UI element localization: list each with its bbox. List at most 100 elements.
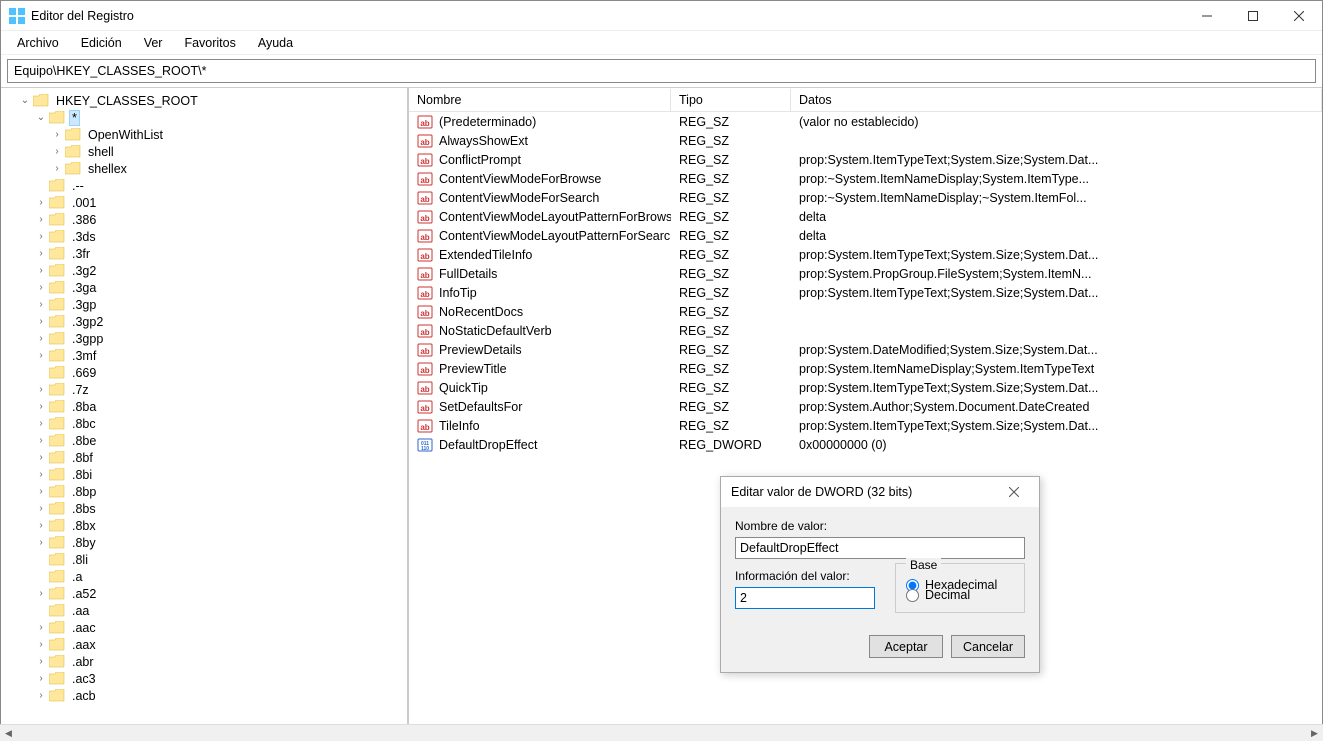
expand-icon[interactable]: › [33,214,49,225]
maximize-button[interactable] [1230,1,1276,31]
menu-ver[interactable]: Ver [134,34,173,52]
tree-item[interactable]: ›.3gpp [1,330,407,347]
value-row[interactable]: abContentViewModeLayoutPatternForSearchR… [409,226,1322,245]
expand-icon[interactable]: › [33,435,49,446]
tree-pane[interactable]: ⌄HKEY_CLASSES_ROOT⌄*›OpenWithList›shell›… [1,88,409,740]
expand-icon[interactable]: › [49,163,65,174]
cancel-button[interactable]: Cancelar [951,635,1025,658]
value-row[interactable]: abConflictPromptREG_SZprop:System.ItemTy… [409,150,1322,169]
tree-item[interactable]: ›.abr [1,653,407,670]
radio-dec-input[interactable] [906,589,919,602]
expand-icon[interactable]: › [33,622,49,633]
value-row[interactable]: abQuickTipREG_SZprop:System.ItemTypeText… [409,378,1322,397]
col-type[interactable]: Tipo [671,89,791,111]
tree-item[interactable]: ›OpenWithList [1,126,407,143]
tree-item[interactable]: ›.3gp [1,296,407,313]
tree-item[interactable]: ›.3g2 [1,262,407,279]
value-row[interactable]: abSetDefaultsForREG_SZprop:System.Author… [409,397,1322,416]
menu-archivo[interactable]: Archivo [7,34,69,52]
value-row[interactable]: abInfoTipREG_SZprop:System.ItemTypeText;… [409,283,1322,302]
tree-item[interactable]: ›.8ba [1,398,407,415]
value-row[interactable]: 011110DefaultDropEffectREG_DWORD0x000000… [409,435,1322,454]
tree-item[interactable]: .aa [1,602,407,619]
value-row[interactable]: abContentViewModeForSearchREG_SZprop:~Sy… [409,188,1322,207]
tree-item[interactable]: ›.3gp2 [1,313,407,330]
value-row[interactable]: abContentViewModeForBrowseREG_SZprop:~Sy… [409,169,1322,188]
expand-icon[interactable]: › [33,350,49,361]
expand-icon[interactable]: › [33,299,49,310]
value-row[interactable]: ab(Predeterminado)REG_SZ(valor no establ… [409,112,1322,131]
tree-item[interactable]: ›.3ga [1,279,407,296]
expand-icon[interactable]: › [33,384,49,395]
value-row[interactable]: abAlwaysShowExtREG_SZ [409,131,1322,150]
collapse-icon[interactable]: ⌄ [17,95,33,106]
tree-item[interactable]: ›.001 [1,194,407,211]
expand-icon[interactable]: › [49,146,65,157]
tree-item[interactable]: ›.8bf [1,449,407,466]
expand-icon[interactable]: › [33,469,49,480]
tree-item[interactable]: ›.8bi [1,466,407,483]
tree-item[interactable]: ›.7z [1,381,407,398]
tree-item[interactable]: ›.8bp [1,483,407,500]
value-row[interactable]: abPreviewTitleREG_SZprop:System.ItemName… [409,359,1322,378]
tree-item[interactable]: ›.aax [1,636,407,653]
expand-icon[interactable]: › [33,537,49,548]
tree-item[interactable]: ›.a52 [1,585,407,602]
tree-item[interactable]: ›.aac [1,619,407,636]
expand-icon[interactable]: › [33,316,49,327]
expand-icon[interactable]: › [33,418,49,429]
expand-icon[interactable]: › [33,673,49,684]
tree-item[interactable]: .-- [1,177,407,194]
value-row[interactable]: abPreviewDetailsREG_SZprop:System.DateMo… [409,340,1322,359]
value-data-input[interactable] [735,587,875,609]
horizontal-scrollbar[interactable]: ◀ ▶ [0,724,1323,741]
value-row[interactable]: abExtendedTileInfoREG_SZprop:System.Item… [409,245,1322,264]
tree-item[interactable]: ›.3fr [1,245,407,262]
tree-item[interactable]: ›.ac3 [1,670,407,687]
expand-icon[interactable]: › [33,197,49,208]
collapse-icon[interactable]: ⌄ [33,112,49,123]
expand-icon[interactable]: › [33,452,49,463]
expand-icon[interactable]: › [33,588,49,599]
expand-icon[interactable]: › [33,656,49,667]
tree-item[interactable]: ›.8be [1,432,407,449]
tree-item[interactable]: ⌄* [1,109,407,126]
tree-item[interactable]: ›.3mf [1,347,407,364]
col-data[interactable]: Datos [791,89,1322,111]
dialog-close-button[interactable] [999,477,1029,507]
tree-item[interactable]: .a [1,568,407,585]
value-row[interactable]: abNoStaticDefaultVerbREG_SZ [409,321,1322,340]
expand-icon[interactable]: › [33,486,49,497]
tree-item[interactable]: ›.386 [1,211,407,228]
expand-icon[interactable]: › [33,401,49,412]
minimize-button[interactable] [1184,1,1230,31]
menu-edicion[interactable]: Edición [71,34,132,52]
tree-item[interactable]: ›.8bs [1,500,407,517]
expand-icon[interactable]: › [33,520,49,531]
scroll-right-icon[interactable]: ▶ [1306,725,1323,742]
tree-item[interactable]: ›shell [1,143,407,160]
radio-dec[interactable]: Decimal [906,588,1014,602]
dialog-titlebar[interactable]: Editar valor de DWORD (32 bits) [721,477,1039,507]
tree-item[interactable]: ⌄HKEY_CLASSES_ROOT [1,92,407,109]
tree-item[interactable]: ›.acb [1,687,407,704]
tree-item[interactable]: .669 [1,364,407,381]
expand-icon[interactable]: › [33,248,49,259]
expand-icon[interactable]: › [33,503,49,514]
expand-icon[interactable]: › [33,282,49,293]
col-name[interactable]: Nombre [409,89,671,111]
expand-icon[interactable]: › [33,690,49,701]
expand-icon[interactable]: › [49,129,65,140]
value-name-input[interactable] [735,537,1025,559]
ok-button[interactable]: Aceptar [869,635,943,658]
scroll-left-icon[interactable]: ◀ [0,725,17,742]
menu-ayuda[interactable]: Ayuda [248,34,303,52]
value-row[interactable]: abTileInfoREG_SZprop:System.ItemTypeText… [409,416,1322,435]
value-row[interactable]: abFullDetailsREG_SZprop:System.PropGroup… [409,264,1322,283]
tree-item[interactable]: ›.8bc [1,415,407,432]
value-row[interactable]: abNoRecentDocsREG_SZ [409,302,1322,321]
tree-item[interactable]: .8li [1,551,407,568]
expand-icon[interactable]: › [33,639,49,650]
tree-item[interactable]: ›shellex [1,160,407,177]
tree-item[interactable]: ›.8bx [1,517,407,534]
